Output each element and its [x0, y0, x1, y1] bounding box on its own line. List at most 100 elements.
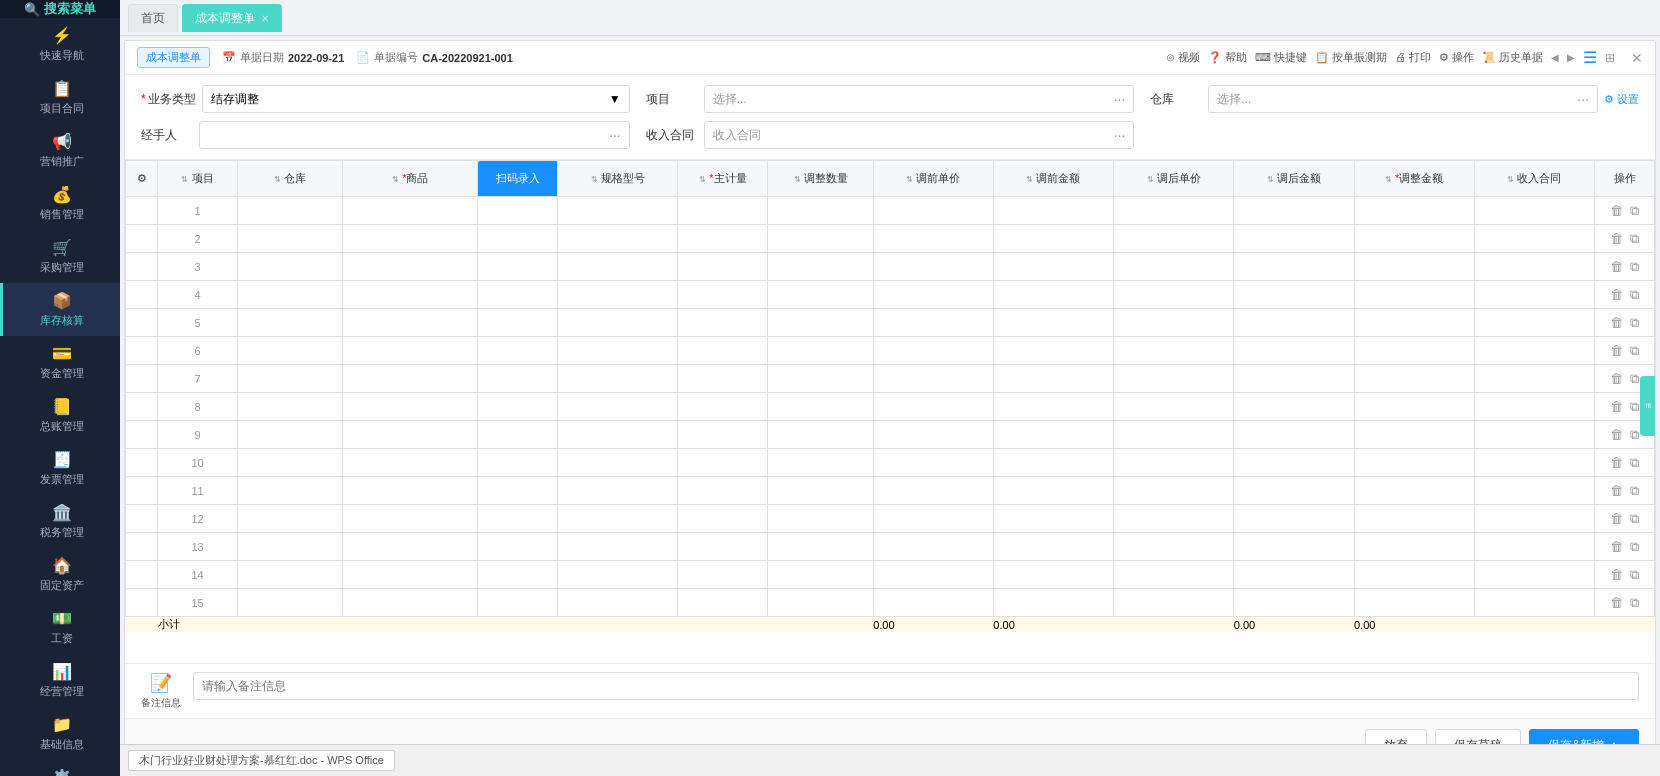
cell-prev-price[interactable] — [873, 365, 993, 393]
copy-row-icon[interactable]: ⧉ — [1630, 595, 1639, 610]
income-contract-input[interactable]: 收入合同 ··· — [704, 121, 1135, 149]
cell-product[interactable] — [343, 365, 478, 393]
cell-prev-price[interactable] — [873, 393, 993, 421]
cell-unit[interactable] — [678, 561, 768, 589]
business-type-select[interactable]: 结存调整 ▼ — [202, 85, 630, 113]
cell-adj-total[interactable] — [1354, 281, 1474, 309]
copy-row-icon[interactable]: ⧉ — [1630, 399, 1639, 414]
cell-adj-amount[interactable] — [1234, 505, 1354, 533]
cell-unit[interactable] — [678, 253, 768, 281]
cell-prev-amount[interactable] — [993, 253, 1113, 281]
cell-unit[interactable] — [678, 477, 768, 505]
cell-scan[interactable] — [478, 561, 558, 589]
sidebar-item-project-contract[interactable]: 📋项目合同 — [0, 71, 120, 124]
cell-adj-amount[interactable] — [1234, 393, 1354, 421]
col-scan[interactable]: 扫码录入 — [478, 161, 558, 197]
cell-income[interactable] — [1474, 365, 1594, 393]
cell-product[interactable] — [343, 477, 478, 505]
delete-row-icon[interactable]: 🗑 — [1610, 399, 1623, 414]
cell-adj-total[interactable] — [1354, 449, 1474, 477]
cell-prev-amount[interactable] — [993, 281, 1113, 309]
cell-warehouse[interactable] — [238, 589, 343, 617]
copy-row-icon[interactable]: ⧉ — [1630, 539, 1639, 554]
sidebar-item-sales[interactable]: 💰销售管理 — [0, 177, 120, 230]
cell-unit[interactable] — [678, 393, 768, 421]
tab-home[interactable]: 首页 — [128, 4, 178, 32]
cell-product[interactable] — [343, 505, 478, 533]
cell-income[interactable] — [1474, 197, 1594, 225]
cell-prev-price[interactable] — [873, 421, 993, 449]
copy-row-icon[interactable]: ⧉ — [1630, 427, 1639, 442]
cell-prev-price[interactable] — [873, 309, 993, 337]
cell-adj-amount[interactable] — [1234, 225, 1354, 253]
copy-row-icon[interactable]: ⧉ — [1630, 203, 1639, 218]
sidebar-item-assets[interactable]: 🏠固定资产 — [0, 548, 120, 601]
cell-unit[interactable] — [678, 505, 768, 533]
cell-adj-amount[interactable] — [1234, 449, 1354, 477]
cell-adj-total[interactable] — [1354, 225, 1474, 253]
cell-prev-amount[interactable] — [993, 477, 1113, 505]
cell-adj-total[interactable] — [1354, 505, 1474, 533]
copy-row-icon[interactable]: ⧉ — [1630, 259, 1639, 274]
cell-prev-price[interactable] — [873, 449, 993, 477]
list-view-icon[interactable]: ☰ — [1583, 48, 1597, 67]
delete-row-icon[interactable]: 🗑 — [1610, 203, 1623, 218]
cell-adj-total[interactable] — [1354, 365, 1474, 393]
cell-scan[interactable] — [478, 477, 558, 505]
cell-product[interactable] — [343, 337, 478, 365]
cell-spec[interactable] — [558, 449, 678, 477]
cell-warehouse[interactable] — [238, 561, 343, 589]
cell-unit[interactable] — [678, 533, 768, 561]
cell-qty[interactable] — [768, 365, 873, 393]
cell-income[interactable] — [1474, 505, 1594, 533]
delete-row-icon[interactable]: 🗑 — [1610, 511, 1623, 526]
settings-link[interactable]: ⚙ 设置 — [1604, 92, 1639, 107]
cell-product[interactable] — [343, 281, 478, 309]
cell-spec[interactable] — [558, 505, 678, 533]
cell-adj-amount[interactable] — [1234, 365, 1354, 393]
action-shortcut[interactable]: ⌨ 快捷键 — [1255, 50, 1307, 65]
cell-income[interactable] — [1474, 477, 1594, 505]
right-edge-tab[interactable]: ≡ — [1640, 376, 1656, 436]
cell-scan[interactable] — [478, 365, 558, 393]
cell-adj-amount[interactable] — [1234, 533, 1354, 561]
delete-row-icon[interactable]: 🗑 — [1610, 287, 1623, 302]
cell-income[interactable] — [1474, 281, 1594, 309]
cell-adj-price[interactable] — [1114, 421, 1234, 449]
copy-row-icon[interactable]: ⧉ — [1630, 315, 1639, 330]
cell-adj-price[interactable] — [1114, 225, 1234, 253]
cell-prev-amount[interactable] — [993, 505, 1113, 533]
cell-product[interactable] — [343, 393, 478, 421]
cell-warehouse[interactable] — [238, 337, 343, 365]
handler-input[interactable]: ··· — [199, 121, 630, 149]
cell-adj-price[interactable] — [1114, 561, 1234, 589]
action-history[interactable]: 📜 历史单据 — [1482, 50, 1543, 65]
cell-warehouse[interactable] — [238, 505, 343, 533]
cell-scan[interactable] — [478, 309, 558, 337]
cell-warehouse[interactable] — [238, 393, 343, 421]
action-period[interactable]: 📋 按单振测期 — [1315, 50, 1387, 65]
cell-adj-total[interactable] — [1354, 421, 1474, 449]
cell-product[interactable] — [343, 589, 478, 617]
cell-prev-amount[interactable] — [993, 449, 1113, 477]
tab-close-icon[interactable]: ✕ — [261, 13, 269, 24]
delete-row-icon[interactable]: 🗑 — [1610, 371, 1623, 386]
cell-warehouse[interactable] — [238, 197, 343, 225]
delete-row-icon[interactable]: 🗑 — [1610, 483, 1623, 498]
cell-prev-price[interactable] — [873, 337, 993, 365]
cell-unit[interactable] — [678, 365, 768, 393]
cell-adj-price[interactable] — [1114, 533, 1234, 561]
sidebar-logo[interactable]: 🔍 搜索菜单 — [0, 0, 120, 18]
cell-scan[interactable] — [478, 225, 558, 253]
action-help[interactable]: ❓ 帮助 — [1208, 50, 1247, 65]
cell-prev-amount[interactable] — [993, 561, 1113, 589]
sidebar-item-inventory[interactable]: 📦库存核算 — [0, 283, 120, 336]
copy-row-icon[interactable]: ⧉ — [1630, 287, 1639, 302]
cell-income[interactable] — [1474, 225, 1594, 253]
action-ops[interactable]: ⚙ 操作 — [1439, 50, 1474, 65]
cell-warehouse[interactable] — [238, 533, 343, 561]
cell-qty[interactable] — [768, 225, 873, 253]
cell-spec[interactable] — [558, 337, 678, 365]
cell-scan[interactable] — [478, 533, 558, 561]
grid-view-icon[interactable]: ⊞ — [1605, 51, 1615, 65]
